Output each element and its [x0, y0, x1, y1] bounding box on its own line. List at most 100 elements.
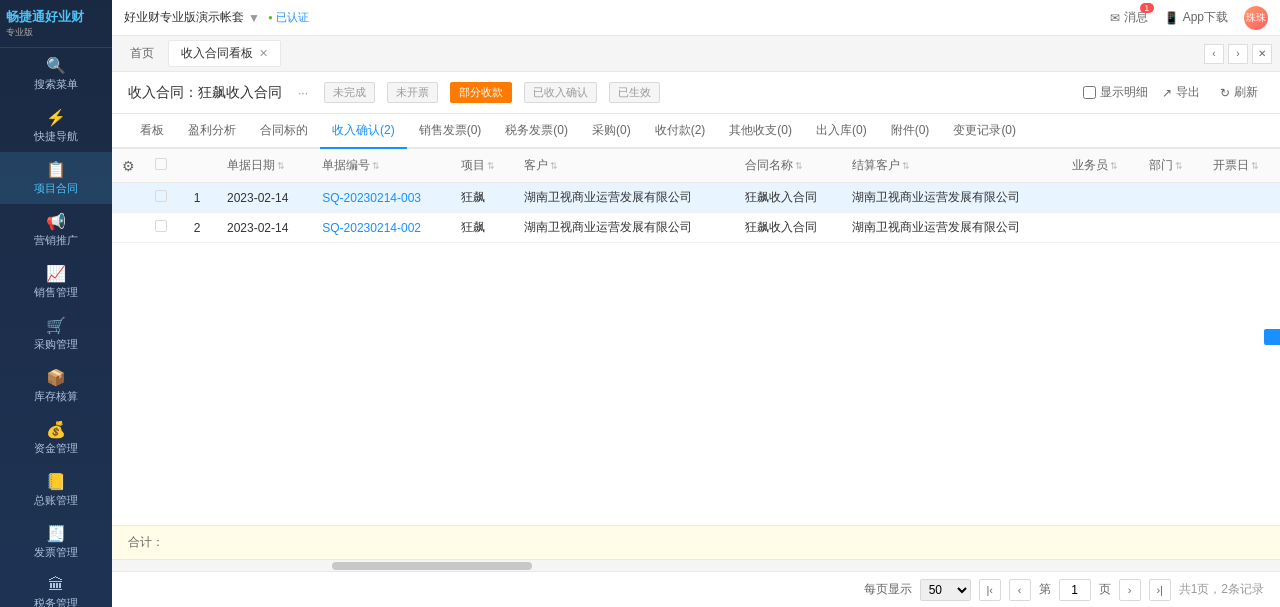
company-selector[interactable]: 好业财专业版演示帐套 ▼	[124, 9, 260, 26]
total-info: 共1页，2条记录	[1179, 581, 1264, 598]
sidebar: 畅捷通好业财 专业版 🔍搜索菜单⚡快捷导航📋项目合同📢营销推广📈销售管理🛒采购管…	[0, 0, 112, 607]
row-number-link-0[interactable]: SQ-20230214-003	[322, 191, 421, 205]
sidebar-item-2[interactable]: 📋项目合同	[0, 152, 112, 204]
col-dept-header[interactable]: 部门 ⇅	[1139, 149, 1202, 183]
first-page-button[interactable]: |‹	[979, 579, 1001, 601]
topbar-left: 好业财专业版演示帐套 ▼ 已认证	[124, 9, 309, 26]
row-contract-0: 狂飙收入合同	[735, 183, 843, 213]
tab-home[interactable]: 首页	[120, 41, 164, 66]
export-icon: ↗	[1162, 86, 1172, 100]
sidebar-item-1[interactable]: ⚡快捷导航	[0, 100, 112, 152]
subtab-1[interactable]: 盈利分析	[176, 114, 248, 149]
tab-contract-board[interactable]: 收入合同看板 ✕	[168, 40, 281, 67]
tab-close-icon[interactable]: ✕	[259, 47, 268, 60]
subtab-11[interactable]: 变更记录(0)	[941, 114, 1028, 149]
col-settle-header[interactable]: 结算客户 ⇅	[842, 149, 1062, 183]
subtab-6[interactable]: 采购(0)	[580, 114, 643, 149]
date-sort-icon: ⇅	[277, 161, 285, 171]
table-row[interactable]: 1 2023-02-14 SQ-20230214-003 狂飙 湖南卫视商业运营…	[112, 183, 1280, 213]
status-uninvoiced-button[interactable]: 未开票	[387, 82, 438, 103]
scroll-bar-area[interactable]	[112, 559, 1280, 571]
sidebar-icon-4: 📈	[46, 264, 66, 283]
sidebar-item-7[interactable]: 💰资金管理	[0, 412, 112, 464]
message-action[interactable]: ✉ 消息 1	[1110, 9, 1148, 26]
col-date-header[interactable]: 单据日期 ⇅	[217, 149, 312, 183]
subtab-10[interactable]: 附件(0)	[879, 114, 942, 149]
col-number-header[interactable]: 单据编号 ⇅	[312, 149, 451, 183]
user-avatar-action[interactable]: 珠珠	[1244, 6, 1268, 30]
subtab-9[interactable]: 出入库(0)	[804, 114, 879, 149]
row-date-0: 2023-02-14	[217, 183, 312, 213]
row-customer-0: 湖南卫视商业运营发展有限公司	[514, 183, 734, 213]
row-checkbox-cell[interactable]	[145, 183, 177, 213]
row-checkbox-1[interactable]	[155, 220, 167, 232]
status-partial-button[interactable]: 部分收款	[450, 82, 512, 103]
export-button[interactable]: ↗ 导出	[1156, 82, 1206, 103]
pagination: 每页显示 50 100 200 |‹ ‹ 第 页 › ›| 共1页，2条记录	[112, 571, 1280, 607]
status-active-button[interactable]: 已生效	[609, 82, 660, 103]
row-opendate-1	[1203, 213, 1280, 243]
col-customer-header[interactable]: 客户 ⇅	[514, 149, 734, 183]
refresh-button[interactable]: ↻ 刷新	[1214, 82, 1264, 103]
sidebar-icon-7: 💰	[46, 420, 66, 439]
col-project-header[interactable]: 项目 ⇅	[451, 149, 514, 183]
subtab-3[interactable]: 收入确认(2)	[320, 114, 407, 149]
tabbar-nav: ‹ › ✕	[1204, 44, 1272, 64]
subtab-2[interactable]: 合同标的	[248, 114, 320, 149]
subtab-5[interactable]: 税务发票(0)	[493, 114, 580, 149]
row-number-1[interactable]: SQ-20230214-002	[312, 213, 451, 243]
contract-more-button[interactable]: ···	[294, 86, 312, 100]
next-page-button[interactable]: ›	[1119, 579, 1141, 601]
sidebar-item-5[interactable]: 🛒采购管理	[0, 308, 112, 360]
table-row[interactable]: 2 2023-02-14 SQ-20230214-002 狂飙 湖南卫视商业运营…	[112, 213, 1280, 243]
page-input[interactable]	[1059, 579, 1091, 601]
right-note[interactable]: 备注	[1264, 329, 1280, 345]
nav-prev-button[interactable]: ‹	[1204, 44, 1224, 64]
subtab-8[interactable]: 其他收支(0)	[717, 114, 804, 149]
app-sub: 专业版	[6, 26, 106, 39]
sidebar-item-8[interactable]: 📒总账管理	[0, 464, 112, 516]
page-label2: 页	[1099, 581, 1111, 598]
content-area: 收入合同：狂飙收入合同 ··· 未完成 未开票 部分收款 已收入确认 已生效 显…	[112, 72, 1280, 607]
prev-page-button[interactable]: ‹	[1009, 579, 1031, 601]
row-dept-1	[1139, 213, 1202, 243]
subtab-4[interactable]: 销售发票(0)	[407, 114, 494, 149]
show-detail-checkbox[interactable]	[1083, 86, 1096, 99]
sidebar-item-10[interactable]: 🏛税务管理	[0, 568, 112, 607]
scroll-bar-thumb[interactable]	[332, 562, 532, 570]
last-page-button[interactable]: ›|	[1149, 579, 1171, 601]
sidebar-item-4[interactable]: 📈销售管理	[0, 256, 112, 308]
app-download-action[interactable]: 📱 App下载	[1164, 9, 1228, 26]
setting-icon[interactable]: ⚙	[122, 158, 135, 174]
company-name: 好业财专业版演示帐套	[124, 9, 244, 26]
row-setting-cell	[112, 213, 145, 243]
subtab-0[interactable]: 看板	[128, 114, 176, 149]
status-uncomplete-button[interactable]: 未完成	[324, 82, 375, 103]
message-icon: ✉	[1110, 11, 1120, 25]
per-page-select[interactable]: 50 100 200	[920, 579, 971, 601]
row-settle-0: 湖南卫视商业运营发展有限公司	[842, 183, 1062, 213]
sidebar-item-9[interactable]: 🧾发票管理	[0, 516, 112, 568]
row-checkbox-0[interactable]	[155, 190, 167, 202]
subtab-7[interactable]: 收付款(2)	[643, 114, 718, 149]
page-label: 第	[1039, 581, 1051, 598]
table-wrap: ⚙ 单据日期 ⇅	[112, 149, 1280, 525]
sidebar-item-0[interactable]: 🔍搜索菜单	[0, 48, 112, 100]
sidebar-item-6[interactable]: 📦库存核算	[0, 360, 112, 412]
sidebar-item-3[interactable]: 📢营销推广	[0, 204, 112, 256]
row-number-link-1[interactable]: SQ-20230214-002	[322, 221, 421, 235]
col-salesman-header[interactable]: 业务员 ⇅	[1062, 149, 1139, 183]
row-salesman-1	[1062, 213, 1139, 243]
nav-next-button[interactable]: ›	[1228, 44, 1248, 64]
col-opendate-header[interactable]: 开票日 ⇅	[1203, 149, 1280, 183]
select-all-checkbox[interactable]	[155, 158, 167, 170]
row-checkbox-cell[interactable]	[145, 213, 177, 243]
nav-close-button[interactable]: ✕	[1252, 44, 1272, 64]
total-label: 合计：	[128, 534, 164, 551]
row-date-1: 2023-02-14	[217, 213, 312, 243]
col-contract-header[interactable]: 合同名称 ⇅	[735, 149, 843, 183]
status-confirmed-button[interactable]: 已收入确认	[524, 82, 597, 103]
show-detail-checkbox-label[interactable]: 显示明细	[1083, 82, 1148, 103]
row-number-0[interactable]: SQ-20230214-003	[312, 183, 451, 213]
row-project-0: 狂飙	[451, 183, 514, 213]
